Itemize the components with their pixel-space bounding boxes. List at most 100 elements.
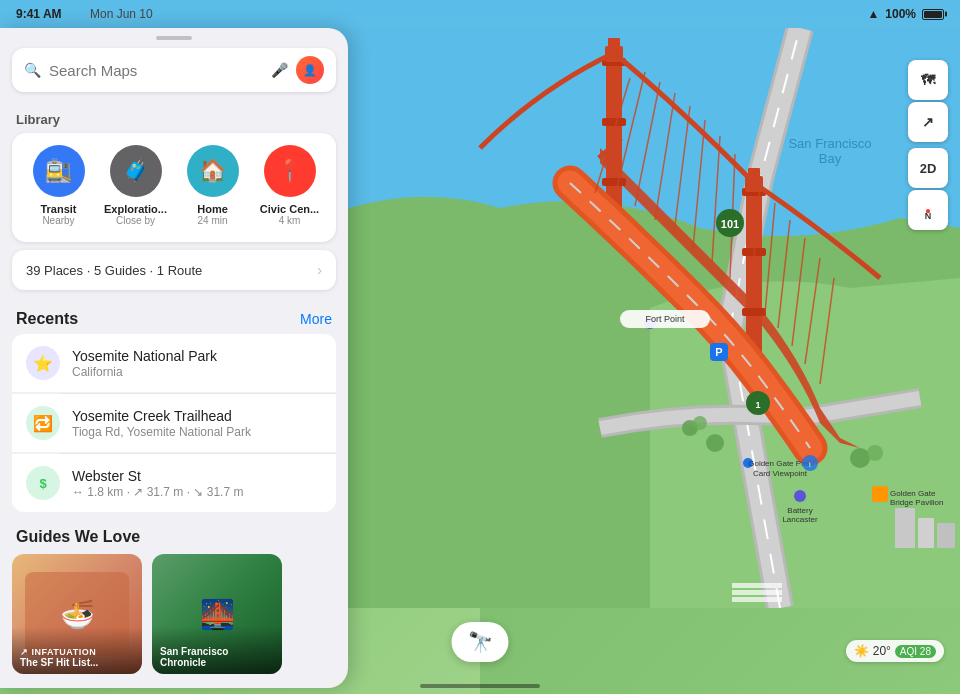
home-sublabel: 24 min: [197, 215, 227, 226]
library-title: Library: [0, 104, 348, 133]
exploration-icon: 🧳: [110, 145, 162, 197]
guide-card-sfchronicle[interactable]: 🌉 San Francisco Chronicle: [152, 554, 282, 674]
weather-icon: ☀️: [854, 644, 869, 658]
recents-list: ⭐ Yosemite National Park California 🔁 Yo…: [0, 334, 348, 512]
webster-name: Webster St: [72, 468, 322, 484]
stats-text: 39 Places · 5 Guides · 1 Route: [26, 263, 202, 278]
recents-header: Recents More: [0, 298, 348, 334]
svg-text:P: P: [715, 346, 722, 358]
trailhead-info: Yosemite Creek Trailhead Tioga Rd, Yosem…: [72, 408, 322, 439]
quick-item-transit[interactable]: 🚉 Transit Nearby: [20, 133, 97, 234]
svg-rect-7: [608, 38, 620, 50]
chevron-right-icon: ›: [317, 262, 322, 278]
webster-icon: $: [26, 466, 60, 500]
svg-point-53: [850, 448, 870, 468]
panel: 🔍 🎤 👤 Library 🚉 Transit Nearby 🧳 Explora…: [0, 28, 348, 688]
guide-card-infatuation[interactable]: 🍜 ↗ INFATUATION The SF Hit List...: [12, 554, 142, 674]
battery-text: 100%: [885, 7, 916, 21]
compass-button[interactable]: ● N: [908, 190, 948, 230]
svg-point-51: [693, 416, 707, 430]
home-indicator: [420, 684, 540, 688]
binoculars-button[interactable]: 🔭: [452, 622, 509, 662]
svg-text:San Francisco: San Francisco: [788, 136, 871, 151]
svg-rect-56: [918, 518, 934, 548]
svg-text:Lancaster: Lancaster: [782, 515, 817, 524]
status-bar: 9:41 AM Mon Jun 10 ▲ 100%: [0, 0, 960, 28]
svg-point-52: [706, 434, 724, 452]
civic-icon: 📍: [264, 145, 316, 197]
svg-text:101: 101: [721, 218, 739, 230]
directions-button[interactable]: ↗: [908, 102, 948, 142]
search-input[interactable]: [49, 62, 263, 79]
battery-icon: [922, 9, 944, 20]
transit-sublabel: Nearby: [42, 215, 74, 226]
weather-badge: ☀️ 20° AQI 28: [846, 640, 944, 662]
svg-text:Fort Point: Fort Point: [645, 314, 685, 324]
avatar[interactable]: 👤: [296, 56, 324, 84]
trailhead-icon: 🔁: [26, 406, 60, 440]
2d-view-button[interactable]: 2D: [908, 148, 948, 188]
quick-item-civic[interactable]: 📍 Civic Cen... 4 km: [251, 133, 328, 234]
home-icon: 🏠: [187, 145, 239, 197]
svg-rect-45: [872, 486, 888, 502]
mic-icon[interactable]: 🎤: [271, 62, 288, 78]
weather-temp: 20°: [873, 644, 891, 658]
svg-rect-5: [602, 178, 626, 186]
quick-item-exploration[interactable]: 🧳 Exploratio... Close by: [97, 133, 174, 234]
guides-row: 🍜 ↗ INFATUATION The SF Hit List... 🌉 San…: [0, 554, 348, 674]
svg-text:1: 1: [755, 400, 760, 410]
map-controls: 🗺 ↗ 2D ● N: [908, 60, 948, 230]
search-bar[interactable]: 🔍 🎤 👤: [12, 48, 336, 92]
search-icon: 🔍: [24, 62, 41, 78]
quick-item-home[interactable]: 🏠 Home 24 min: [174, 133, 251, 234]
transit-icon: 🚉: [33, 145, 85, 197]
aqi-badge: AQI 28: [895, 645, 936, 658]
svg-point-54: [867, 445, 883, 461]
svg-text:Card Viewpoint: Card Viewpoint: [753, 469, 808, 478]
recent-item-yosemite-np[interactable]: ⭐ Yosemite National Park California: [12, 334, 336, 392]
yosemite-np-info: Yosemite National Park California: [72, 348, 322, 379]
svg-rect-11: [742, 308, 766, 316]
svg-text:Golden Gate: Golden Gate: [890, 489, 936, 498]
infatuation-label: ↗ INFATUATION The SF Hit List...: [12, 627, 142, 674]
wifi-icon: ▲: [867, 7, 879, 21]
guides-title: Guides We Love: [16, 528, 140, 545]
panel-handle: [156, 36, 192, 40]
map-view-button[interactable]: 🗺: [908, 60, 948, 100]
svg-text:Bay: Bay: [819, 151, 842, 166]
exploration-label: Exploratio...: [104, 203, 167, 215]
yosemite-np-icon: ⭐: [26, 346, 60, 380]
trailhead-name: Yosemite Creek Trailhead: [72, 408, 322, 424]
svg-rect-59: [732, 590, 782, 595]
transit-label: Transit: [40, 203, 76, 215]
civic-label: Civic Cen...: [260, 203, 319, 215]
sfchronicle-label: San Francisco Chronicle: [152, 626, 282, 674]
trailhead-detail: Tioga Rd, Yosemite National Park: [72, 425, 322, 439]
status-time: 9:41 AM: [16, 7, 62, 21]
webster-detail: ↔ 1.8 km · ↗ 31.7 m · ↘ 31.7 m: [72, 485, 322, 499]
exploration-sublabel: Close by: [116, 215, 155, 226]
webster-info: Webster St ↔ 1.8 km · ↗ 31.7 m · ↘ 31.7 …: [72, 468, 322, 499]
svg-rect-4: [602, 118, 626, 126]
more-link[interactable]: More: [300, 311, 332, 327]
recent-item-trailhead[interactable]: 🔁 Yosemite Creek Trailhead Tioga Rd, Yos…: [12, 394, 336, 452]
svg-rect-57: [937, 523, 955, 548]
quick-access-row: 🚉 Transit Nearby 🧳 Exploratio... Close b…: [12, 133, 336, 242]
bridge-svg: 101 1 Fort Point P Golden Gate Post Card…: [300, 28, 960, 608]
svg-rect-60: [732, 597, 782, 602]
svg-rect-55: [895, 508, 915, 548]
yosemite-np-name: Yosemite National Park: [72, 348, 322, 364]
yosemite-np-detail: California: [72, 365, 322, 379]
home-label: Home: [197, 203, 228, 215]
svg-text:i: i: [809, 460, 811, 469]
svg-text:Bridge Pavilion: Bridge Pavilion: [890, 498, 943, 507]
guides-header: Guides We Love: [0, 512, 348, 554]
status-date: Mon Jun 10: [90, 7, 153, 21]
recents-title: Recents: [16, 310, 78, 328]
status-right: ▲ 100%: [867, 7, 944, 21]
recent-item-webster[interactable]: $ Webster St ↔ 1.8 km · ↗ 31.7 m · ↘ 31.…: [12, 454, 336, 512]
civic-sublabel: 4 km: [279, 215, 301, 226]
stats-row[interactable]: 39 Places · 5 Guides · 1 Route ›: [12, 250, 336, 290]
svg-point-42: [794, 490, 806, 502]
svg-rect-58: [732, 583, 782, 588]
